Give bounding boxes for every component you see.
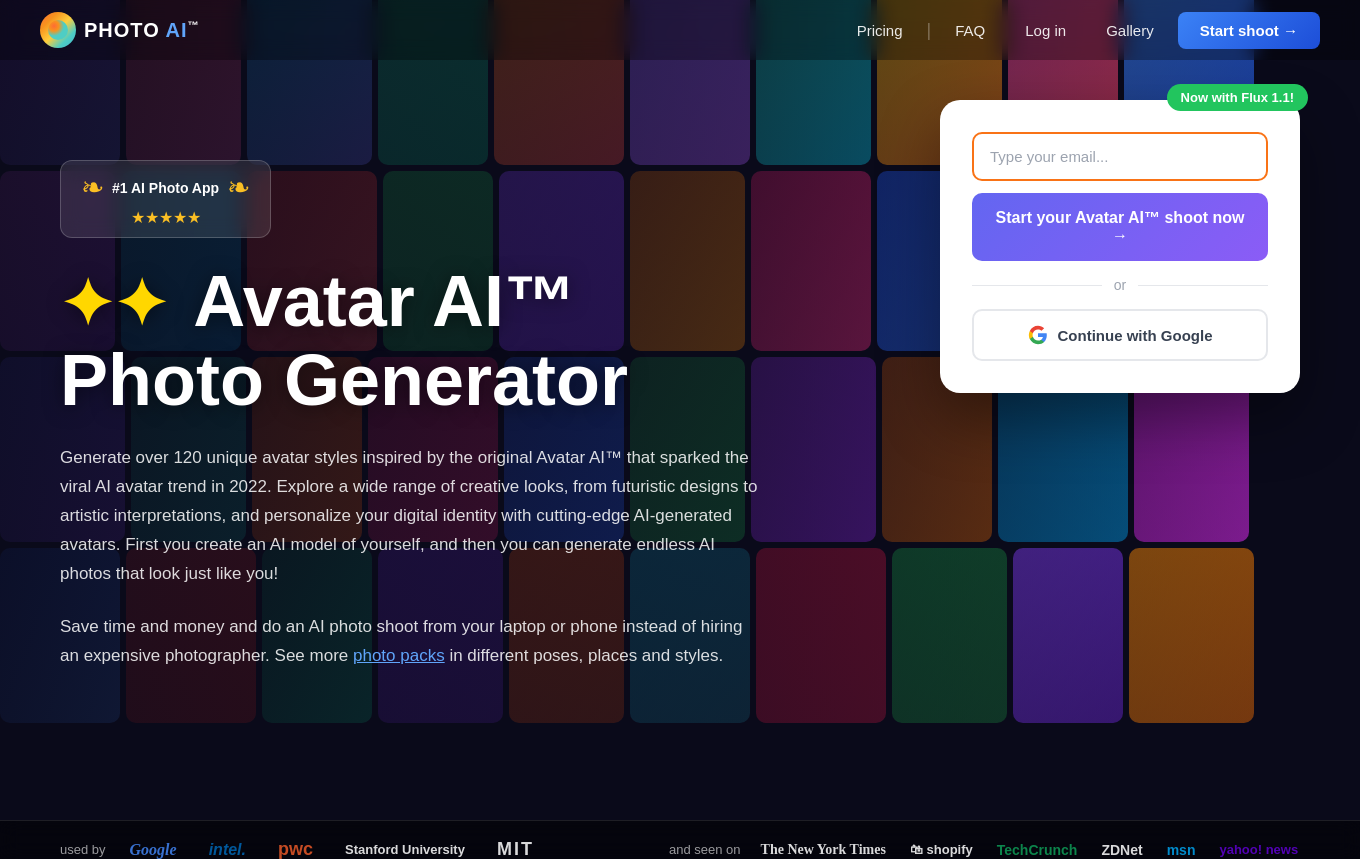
start-shoot-card-button[interactable]: Start your Avatar AI™ shoot now →	[972, 193, 1268, 261]
svg-point-0	[48, 20, 68, 40]
or-divider: or	[972, 277, 1268, 293]
hero-text-content: ❧ #1 AI Photo App ❧ ★★★★★ ✦✦ Avatar AI™ …	[0, 120, 860, 711]
logo-photo: PHOTO	[84, 19, 160, 41]
rating-stars: ★★★★★	[131, 208, 201, 227]
sparkle-icon: ✦✦	[60, 269, 168, 339]
secondary-suffix: in different poses, places and styles.	[445, 646, 723, 665]
hero-description: Generate over 120 unique avatar styles i…	[60, 444, 760, 588]
or-line-left	[972, 285, 1102, 286]
nav-faq[interactable]: FAQ	[939, 14, 1001, 47]
navigation: PHOTO AI™ Pricing | FAQ Log in Gallery S…	[0, 0, 1360, 60]
nav-login[interactable]: Log in	[1009, 14, 1082, 47]
seen-techcrunch: TechCrunch	[997, 842, 1078, 858]
google-btn-label: Continue with Google	[1058, 327, 1213, 344]
left-laurel: ❧	[81, 171, 104, 204]
award-badge: ❧ #1 AI Photo App ❧ ★★★★★	[60, 160, 271, 238]
nav-pricing[interactable]: Pricing	[841, 14, 919, 47]
badge-text: #1 AI Photo App	[112, 180, 219, 196]
logo-ai: AI	[160, 19, 188, 41]
seen-yahoo: yahoo! news	[1219, 842, 1298, 857]
nav-links: Pricing | FAQ Log in Gallery Start shoot…	[841, 12, 1320, 49]
photo-packs-link[interactable]: photo packs	[353, 646, 445, 665]
google-icon	[1028, 325, 1048, 345]
flux-badge: Now with Flux 1.1!	[1167, 84, 1308, 111]
brand-google: Google	[130, 841, 177, 859]
right-laurel: ❧	[227, 171, 250, 204]
nav-sep-1: |	[927, 20, 932, 41]
brand-mit: MIT	[497, 839, 534, 859]
used-by-label: used by	[60, 842, 106, 857]
hero-secondary: Save time and money and do an AI photo s…	[60, 613, 760, 671]
email-input[interactable]	[972, 132, 1268, 181]
logo-icon	[40, 12, 76, 48]
brand-logos: Google intel. pwc Stanford University MI…	[130, 839, 669, 859]
seen-shopify: 🛍 shopify	[910, 842, 973, 857]
start-shoot-button[interactable]: Start shoot →	[1178, 12, 1320, 49]
or-text: or	[1114, 277, 1126, 293]
hero-title: ✦✦ Avatar AI™ Photo Generator	[60, 262, 800, 420]
laurel-wrap: ❧ #1 AI Photo App ❧	[81, 171, 250, 204]
logo[interactable]: PHOTO AI™	[40, 12, 200, 48]
seen-zdnet: ZDNet	[1101, 842, 1142, 858]
or-line-right	[1138, 285, 1268, 286]
brands-bar: used by Google intel. pwc Stanford Unive…	[0, 820, 1360, 859]
nav-gallery[interactable]: Gallery	[1090, 14, 1170, 47]
brand-intel: intel.	[209, 841, 246, 859]
brand-pwc: pwc	[278, 839, 313, 859]
award-badge-container: ❧ #1 AI Photo App ❧ ★★★★★	[60, 160, 800, 238]
seen-on-logos: The New York Times 🛍 shopify TechCrunch …	[761, 842, 1300, 858]
brand-stanford: Stanford University	[345, 842, 465, 857]
google-signin-button[interactable]: Continue with Google	[972, 309, 1268, 361]
seen-nyt: The New York Times	[761, 842, 886, 858]
seen-msn: msn	[1167, 842, 1196, 858]
signup-card: Now with Flux 1.1! Start your Avatar AI™…	[940, 100, 1300, 393]
seen-on-label: and seen on	[669, 842, 741, 857]
logo-tm: ™	[188, 19, 200, 31]
